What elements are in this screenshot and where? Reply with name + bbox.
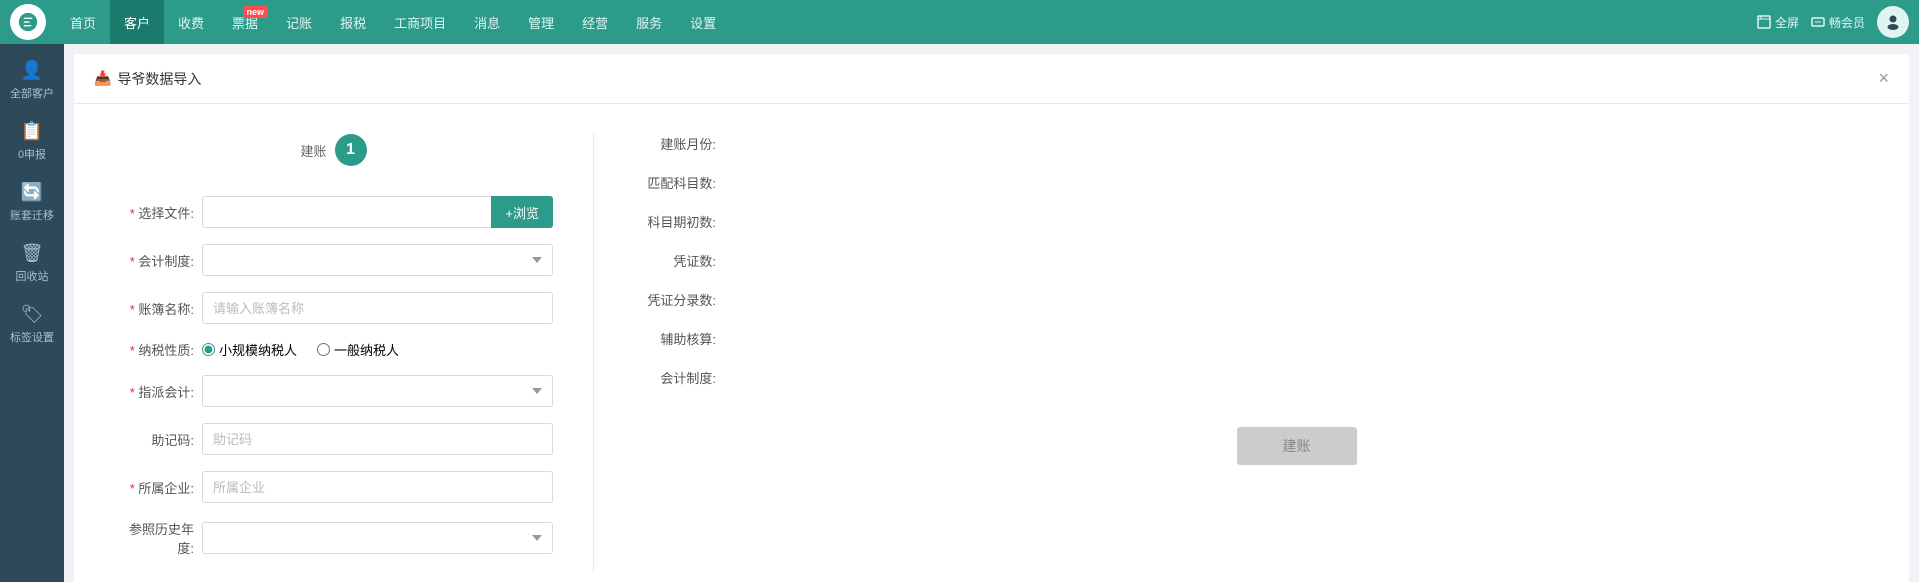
build-month-label: 建账月份: <box>634 134 724 153</box>
layout: 👤 全部客户 📋 0申报 🔄 账套迁移 🗑 回收站 🏷 标签设置 📥 导爷数据导… <box>0 44 1919 582</box>
nav-invoice[interactable]: 票据 new <box>218 0 272 44</box>
dialog-header: 📥 导爷数据导入 × <box>74 54 1909 104</box>
sidebar-item-tag-settings[interactable]: 🏷 标签设置 <box>4 296 60 353</box>
nav-operation[interactable]: 经营 <box>568 0 622 44</box>
ref-history-select[interactable] <box>202 522 553 554</box>
dialog-body: 建账 1 选择文件: +浏览 <box>74 104 1909 582</box>
nav-business[interactable]: 工商项目 <box>380 0 460 44</box>
owner-company-label: 所属企业: <box>114 478 202 497</box>
subjects-init-label: 科目期初数: <box>634 212 724 231</box>
sidebar-item-declare[interactable]: 📋 0申报 <box>4 113 60 170</box>
dialog-card: 📥 导爷数据导入 × 建账 1 选择文件: <box>74 54 1909 582</box>
radio-small-tax-input[interactable] <box>202 343 215 356</box>
nav-settings[interactable]: 设置 <box>676 0 730 44</box>
tax-type-radio-group: 小规模纳税人 一般纳税人 <box>202 340 553 359</box>
tax-type-label: 纳税性质: <box>114 340 202 359</box>
aux-accounting-row: 辅助核算: <box>634 329 1869 348</box>
sidebar: 👤 全部客户 📋 0申报 🔄 账套迁移 🗑 回收站 🏷 标签设置 <box>0 44 64 582</box>
memo-code-label: 助记码: <box>114 430 202 449</box>
form-section-left: 建账 1 选择文件: +浏览 <box>74 134 594 573</box>
avatar[interactable] <box>1877 6 1909 38</box>
radio-small-tax[interactable]: 小规模纳税人 <box>202 340 297 359</box>
owner-company-input[interactable] <box>202 471 553 503</box>
browse-button[interactable]: +浏览 <box>491 196 553 228</box>
nav-service[interactable]: 服务 <box>622 0 676 44</box>
memo-code-row: 助记码: <box>114 423 553 455</box>
file-label: 选择文件: <box>114 203 202 222</box>
right-accounting-system-row: 会计制度: <box>634 368 1869 387</box>
owner-company-row: 所属企业: <box>114 471 553 503</box>
dialog-title: 📥 导爷数据导入 <box>94 69 201 89</box>
aux-accounting-label: 辅助核算: <box>634 329 724 348</box>
accounting-system-select[interactable] <box>202 244 553 276</box>
match-subjects-label: 匹配科目数: <box>634 173 724 192</box>
ledger-name-row: 账簿名称: <box>114 292 553 324</box>
assign-accountant-row: 指派会计: <box>114 375 553 407</box>
build-month-row: 建账月份: <box>634 134 1869 153</box>
assign-accountant-select[interactable] <box>202 375 553 407</box>
declare-icon: 📋 <box>21 121 43 142</box>
ledger-name-input[interactable] <box>202 292 553 324</box>
migrate-icon: 🔄 <box>21 182 43 203</box>
recycle-icon: 🗑 <box>21 243 44 264</box>
app-logo <box>10 4 46 40</box>
nav-tax[interactable]: 报税 <box>326 0 380 44</box>
voucher-entries-label: 凭证分录数: <box>634 290 724 309</box>
accounting-system-row: 会计制度: <box>114 244 553 276</box>
assign-accountant-label: 指派会计: <box>114 382 202 401</box>
nav-home[interactable]: 首页 <box>56 0 110 44</box>
top-nav: 首页 客户 收费 票据 new 记账 报税 工商项目 消息 管理 经营 服务 设… <box>0 0 1919 44</box>
file-control-wrap: +浏览 <box>202 196 553 228</box>
voucher-entries-row: 凭证分录数: <box>634 290 1869 309</box>
tag-icon: 🏷 <box>21 304 44 325</box>
voucher-count-row: 凭证数: <box>634 251 1869 270</box>
subjects-init-row: 科目期初数: <box>634 212 1869 231</box>
nav-manage[interactable]: 管理 <box>514 0 568 44</box>
invoice-badge: new <box>243 6 269 18</box>
radio-small-tax-label: 小规模纳税人 <box>219 340 297 359</box>
sidebar-item-recycle[interactable]: 🗑 回收站 <box>4 235 60 292</box>
main-content: 📥 导爷数据导入 × 建账 1 选择文件: <box>64 44 1919 582</box>
form-section-right: 建账月份: 匹配科目数: 科目期初数: 凭证数: <box>594 134 1909 573</box>
accounting-system-label: 会计制度: <box>114 251 202 270</box>
ref-history-row: 参照历史年度: <box>114 519 553 557</box>
right-form-rows: 建账月份: 匹配科目数: 科目期初数: 凭证数: <box>634 134 1869 387</box>
form-rows: 选择文件: +浏览 会计制度: <box>114 196 553 573</box>
nav-customer[interactable]: 客户 <box>110 0 164 44</box>
memo-code-input[interactable] <box>202 423 553 455</box>
build-account-button[interactable]: 建账 <box>1237 427 1357 465</box>
tax-type-row: 纳税性质: 小规模纳税人 一般纳税人 <box>114 340 553 359</box>
nav-right: 全屏 畅会员 <box>1757 6 1909 38</box>
file-input[interactable] <box>202 196 491 228</box>
nav-ledger[interactable]: 记账 <box>272 0 326 44</box>
sidebar-item-account-migrate[interactable]: 🔄 账套迁移 <box>4 174 60 231</box>
step-indicator: 建账 1 <box>300 134 366 166</box>
close-button[interactable]: × <box>1878 68 1889 89</box>
all-customers-icon: 👤 <box>21 60 43 81</box>
nav-items: 首页 客户 收费 票据 new 记账 报税 工商项目 消息 管理 经营 服务 设… <box>56 0 1757 44</box>
match-subjects-row: 匹配科目数: <box>634 173 1869 192</box>
file-row: 选择文件: +浏览 <box>114 196 553 228</box>
nav-message[interactable]: 消息 <box>460 0 514 44</box>
voucher-count-label: 凭证数: <box>634 251 724 270</box>
import-icon: 📥 <box>94 70 111 87</box>
radio-general-tax[interactable]: 一般纳税人 <box>317 340 399 359</box>
ledger-name-label: 账簿名称: <box>114 299 202 318</box>
member-btn[interactable]: 畅会员 <box>1811 14 1865 31</box>
fullscreen-btn[interactable]: 全屏 <box>1757 14 1799 31</box>
nav-fee[interactable]: 收费 <box>164 0 218 44</box>
step-circle: 1 <box>335 134 367 166</box>
radio-general-tax-input[interactable] <box>317 343 330 356</box>
ref-history-label: 参照历史年度: <box>114 519 202 557</box>
radio-general-tax-label: 一般纳税人 <box>334 340 399 359</box>
sidebar-item-all-customers[interactable]: 👤 全部客户 <box>4 52 60 109</box>
right-accounting-system-label: 会计制度: <box>634 368 724 387</box>
